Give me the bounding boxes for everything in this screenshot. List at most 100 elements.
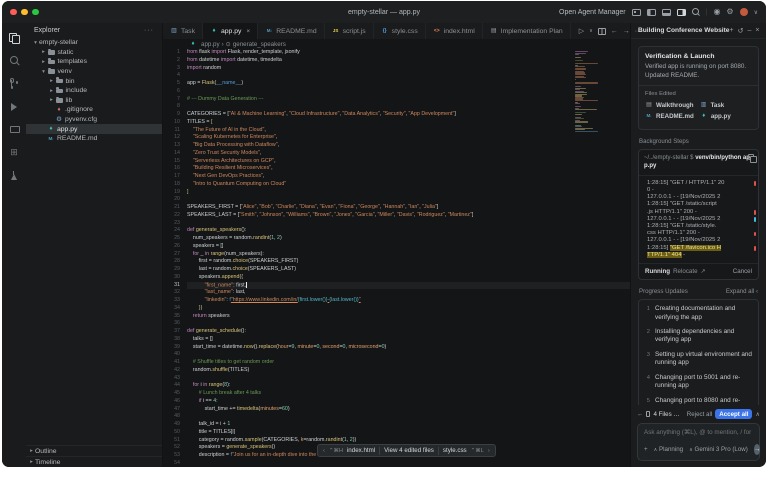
review-back-icon[interactable]: ← [637, 411, 643, 418]
progress-item-2[interactable]: 2 Installing dependencies and verifying a… [645, 328, 752, 345]
collapse-review-icon[interactable]: ∧ [755, 411, 760, 418]
progress-item-5[interactable]: 5Changing port to 8080 and re-running ap… [645, 397, 752, 405]
walkthrough-icon: ▤ [646, 102, 652, 108]
running-status: Running [645, 268, 671, 276]
run-dropdown-icon[interactable]: ∨ [589, 28, 593, 34]
progress-item-1[interactable]: 1 Creating documentation and verifying th… [645, 305, 752, 322]
code-line-37: def generate_schedule(): [187, 328, 246, 334]
tab-index.html[interactable]: <> index.html [426, 23, 483, 39]
files-changed-label[interactable]: 4 Files With … [653, 411, 683, 418]
close-panel-icon[interactable]: × [755, 27, 759, 35]
outline-section[interactable]: ▸ Outline [26, 445, 162, 456]
tree-item-app.py[interactable]: ♦ app.py [26, 124, 162, 134]
view-edited-files-button[interactable]: View 4 edited files [384, 447, 434, 454]
copy-icon[interactable] [748, 154, 757, 163]
toggle-right-sidebar-icon[interactable] [676, 8, 686, 16]
symbol-icon: ⊙ [225, 40, 231, 48]
code-editor[interactable]: 1 2 3 4 5 6 7 8 9 10 11 12 13 14 15 16 17 18 19 20 21 22 23 24 2… [163, 49, 630, 467]
account-avatar[interactable] [739, 8, 748, 16]
tab-Task[interactable]: ▥ Task [163, 23, 203, 39]
file-icon [646, 410, 651, 418]
assistant-icon[interactable]: ◉ [713, 8, 720, 16]
close-tab-icon[interactable]: × [246, 28, 250, 35]
tree-item-lib[interactable]: ▸ lib [26, 96, 162, 106]
account-chevron-icon[interactable]: ∨ [754, 9, 758, 16]
prev-edit-icon[interactable]: ‹ [323, 448, 325, 454]
agent-feed[interactable]: Verification & Launch Verified app is ru… [631, 39, 766, 405]
tree-item-README.md[interactable]: M↓ README.md [26, 134, 162, 144]
tree-item-static[interactable]: ▸ static [26, 48, 162, 58]
toggle-left-sidebar-icon[interactable] [646, 8, 656, 16]
attach-icon[interactable]: + [644, 446, 648, 453]
send-button[interactable]: → [753, 444, 761, 455]
code-line-45: # Lunch break after 4 talks [198, 390, 262, 396]
gear-icon[interactable]: ⚙ [726, 8, 733, 16]
search-view-icon[interactable] [9, 55, 20, 66]
search-icon[interactable] [691, 8, 700, 16]
accept-all-button[interactable]: Accept all [715, 409, 753, 419]
tree-item-bin[interactable]: ▸ bin [26, 76, 162, 86]
tree-item-venv[interactable]: ▾ venv [26, 67, 162, 77]
reject-all-button[interactable]: Reject all [687, 411, 712, 418]
history-icon[interactable]: ↺ [738, 27, 744, 35]
close-window-button[interactable] [10, 8, 17, 16]
model-selector[interactable]: ∧ Gemini 3 Pro (Low) [689, 446, 748, 453]
tab-Implementation Plan[interactable]: ▤ Implementation Plan [483, 23, 571, 39]
timeline-section[interactable]: ▸ Timeline [26, 456, 162, 467]
code-line-22: SPEAKERS_LAST = ["Smith", "Johnson", "Wi… [187, 211, 474, 218]
extensions-icon[interactable]: ⊞ [9, 147, 20, 158]
remote-explorer-icon[interactable] [9, 124, 20, 135]
tab-app.py[interactable]: ♦ app.py × [202, 23, 259, 39]
next-edit-icon[interactable]: › [488, 448, 490, 454]
relocate-link[interactable]: Relocate [673, 268, 697, 275]
tab-script.js[interactable]: JS script.js [325, 23, 374, 39]
chat-input[interactable]: Ask anything (⌘L), @ to mention, / for w… [637, 423, 761, 461]
back-navigation-icon[interactable]: ← [611, 28, 618, 35]
tab-README.md[interactable]: M↓ README.md [258, 23, 325, 39]
python-icon: ♦ [702, 113, 706, 119]
external-link-icon[interactable]: ↗ [701, 268, 706, 275]
prev-edited-file[interactable]: index.html [347, 447, 375, 454]
minimap[interactable] [575, 51, 600, 134]
new-task-icon[interactable]: + [729, 27, 733, 35]
testing-icon[interactable] [9, 170, 20, 181]
progress-item-3[interactable]: 3 Setting up virtual environment and runn… [645, 351, 752, 368]
minimize-window-button[interactable] [21, 8, 28, 16]
run-debug-icon[interactable] [9, 101, 20, 112]
zoom-window-button[interactable] [32, 8, 39, 16]
explorer-more-actions[interactable]: ··· [144, 27, 154, 34]
code-line-29: last = random.choice(SPEAKERS_LAST) [187, 266, 297, 272]
split-editor-icon[interactable] [597, 27, 606, 35]
cancel-button[interactable]: Cancel [733, 268, 752, 275]
agent-manager-icon[interactable] [631, 8, 641, 16]
tree-item-include[interactable]: ▸ include [26, 86, 162, 96]
source-control-icon[interactable] [9, 78, 20, 89]
run-file-icon[interactable]: ▷ [579, 27, 584, 35]
tab-style.css[interactable]: {} style.css [374, 23, 426, 39]
terminal-log-line: 1:28:15] "GET /static/script [647, 201, 717, 208]
minimize-panel-icon[interactable]: – [747, 27, 751, 35]
code-line-3: import random [187, 64, 222, 71]
expand-all-button[interactable]: Expand all ‹ [726, 288, 758, 295]
tree-item-.gitignore[interactable]: ♦ .gitignore [26, 105, 162, 115]
edited-file-chip-app.py[interactable]: ♦ app.py [700, 112, 730, 120]
edited-file-chip-Walkthrough[interactable]: ▤ Walkthrough [645, 101, 693, 109]
explorer-icon[interactable] [8, 32, 20, 44]
tree-item-pyvenv.cfg[interactable]: ⚙ pyvenv.cfg [26, 115, 162, 125]
editor-more-actions-icon[interactable]: ··· [635, 28, 642, 35]
edited-file-chip-README.md[interactable]: M↓ README.md [645, 112, 694, 120]
breadcrumb[interactable]: ♦ app.py › ⊙ generate_speakers [163, 39, 630, 49]
forward-navigation-icon[interactable]: → [623, 28, 630, 35]
doc-icon: ▤ [490, 28, 497, 34]
tree-item-templates[interactable]: ▸ templates [26, 57, 162, 67]
toggle-bottom-panel-icon[interactable] [661, 8, 671, 16]
planning-mode-selector[interactable]: ∧ Planning [654, 446, 684, 453]
html-icon: <> [433, 28, 440, 34]
open-agent-manager-button[interactable]: Open Agent Manager [559, 9, 626, 16]
next-edited-file[interactable]: style.css [443, 447, 467, 454]
code-line-12: "Scaling Kubernetes for Enterprise", [192, 134, 278, 141]
tree-item-empty-stellar[interactable]: ▾ empty-stellar [26, 38, 162, 48]
progress-item-4[interactable]: 4 Changing port to 5001 and re-running ap… [645, 374, 752, 391]
edited-file-chip-Task[interactable]: ▥ Task [700, 101, 725, 109]
